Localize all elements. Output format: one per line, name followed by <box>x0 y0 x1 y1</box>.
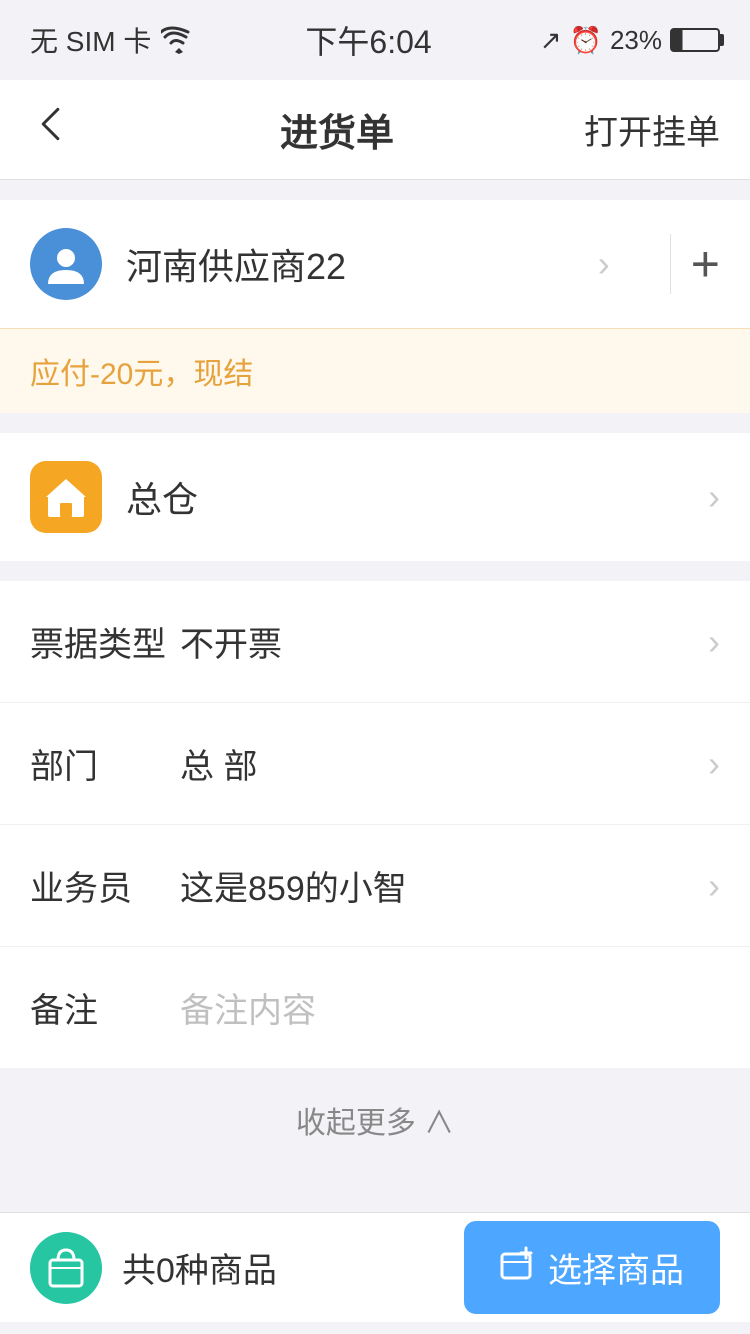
salesperson-value: 这是859的小智 <box>170 861 708 910</box>
carrier-label: 无 SIM 卡 <box>30 20 151 60</box>
battery-icon <box>670 28 720 52</box>
supplier-chevron-icon: › <box>598 243 610 285</box>
status-bar-right: ↗ ⏰ 23% <box>540 25 720 56</box>
salesperson-row[interactable]: 业务员 这是859的小智 › <box>0 824 750 946</box>
supplier-row[interactable]: 河南供应商22 › + <box>0 200 750 328</box>
divider <box>670 234 671 294</box>
department-row[interactable]: 部门 总 部 › <box>0 702 750 824</box>
collapse-button[interactable]: 收起更多 ∧ <box>0 1068 750 1172</box>
department-value: 总 部 <box>170 739 708 788</box>
form-card: 票据类型 不开票 › 部门 总 部 › 业务员 这是859的小智 › 备注 备注… <box>0 581 750 1068</box>
shopping-bag-icon <box>44 1246 88 1290</box>
invoice-type-label: 票据类型 <box>30 617 170 666</box>
bottom-bar: 共0种商品 选择商品 <box>0 1212 750 1322</box>
select-product-icon <box>500 1246 536 1290</box>
supplier-avatar <box>30 228 102 300</box>
warehouse-icon-bg <box>30 461 102 533</box>
department-chevron-icon: › <box>708 743 720 785</box>
wifi-icon <box>161 26 197 54</box>
back-button[interactable] <box>30 102 90 157</box>
collapse-label: 收起更多 ∧ <box>296 1098 454 1142</box>
section-gap-1 <box>0 180 750 200</box>
status-bar-time: 下午6:04 <box>305 17 431 63</box>
select-product-button[interactable]: 选择商品 <box>464 1221 720 1314</box>
section-gap-4 <box>0 1172 750 1192</box>
remark-label: 备注 <box>30 983 170 1032</box>
remark-row[interactable]: 备注 备注内容 <box>0 946 750 1068</box>
invoice-type-chevron-icon: › <box>708 621 720 663</box>
department-label: 部门 <box>30 739 170 788</box>
battery-label: 23% <box>610 25 662 56</box>
warehouse-chevron-icon: › <box>708 476 720 518</box>
select-product-label: 选择商品 <box>548 1243 684 1292</box>
warehouse-row[interactable]: 总仓 › <box>0 433 750 561</box>
supplier-card: 河南供应商22 › + 应付-20元，现结 <box>0 200 750 413</box>
person-icon <box>44 242 88 286</box>
warehouse-icon <box>44 475 88 519</box>
alarm-icon: ⏰ <box>570 25 602 56</box>
warehouse-name: 总仓 <box>126 471 708 523</box>
product-count-label: 共0种商品 <box>122 1243 464 1292</box>
location-icon: ↗ <box>540 25 562 56</box>
add-supplier-button[interactable]: + <box>691 239 720 289</box>
open-pending-button[interactable]: 打开挂单 <box>584 105 720 154</box>
supplier-name: 河南供应商22 <box>126 238 598 290</box>
alert-row: 应付-20元，现结 <box>0 328 750 413</box>
invoice-type-value: 不开票 <box>170 617 708 666</box>
status-bar-left: 无 SIM 卡 <box>30 20 197 60</box>
product-icon-bg <box>30 1232 102 1304</box>
page-title: 进货单 <box>280 102 394 157</box>
remark-input[interactable]: 备注内容 <box>170 983 720 1032</box>
section-gap-3 <box>0 561 750 581</box>
section-gap-2 <box>0 413 750 433</box>
warehouse-card[interactable]: 总仓 › <box>0 433 750 561</box>
invoice-type-row[interactable]: 票据类型 不开票 › <box>0 581 750 702</box>
nav-bar: 进货单 打开挂单 <box>0 80 750 180</box>
status-bar: 无 SIM 卡 下午6:04 ↗ ⏰ 23% <box>0 0 750 80</box>
add-product-icon <box>500 1246 536 1282</box>
salesperson-label: 业务员 <box>30 861 170 910</box>
salesperson-chevron-icon: › <box>708 865 720 907</box>
